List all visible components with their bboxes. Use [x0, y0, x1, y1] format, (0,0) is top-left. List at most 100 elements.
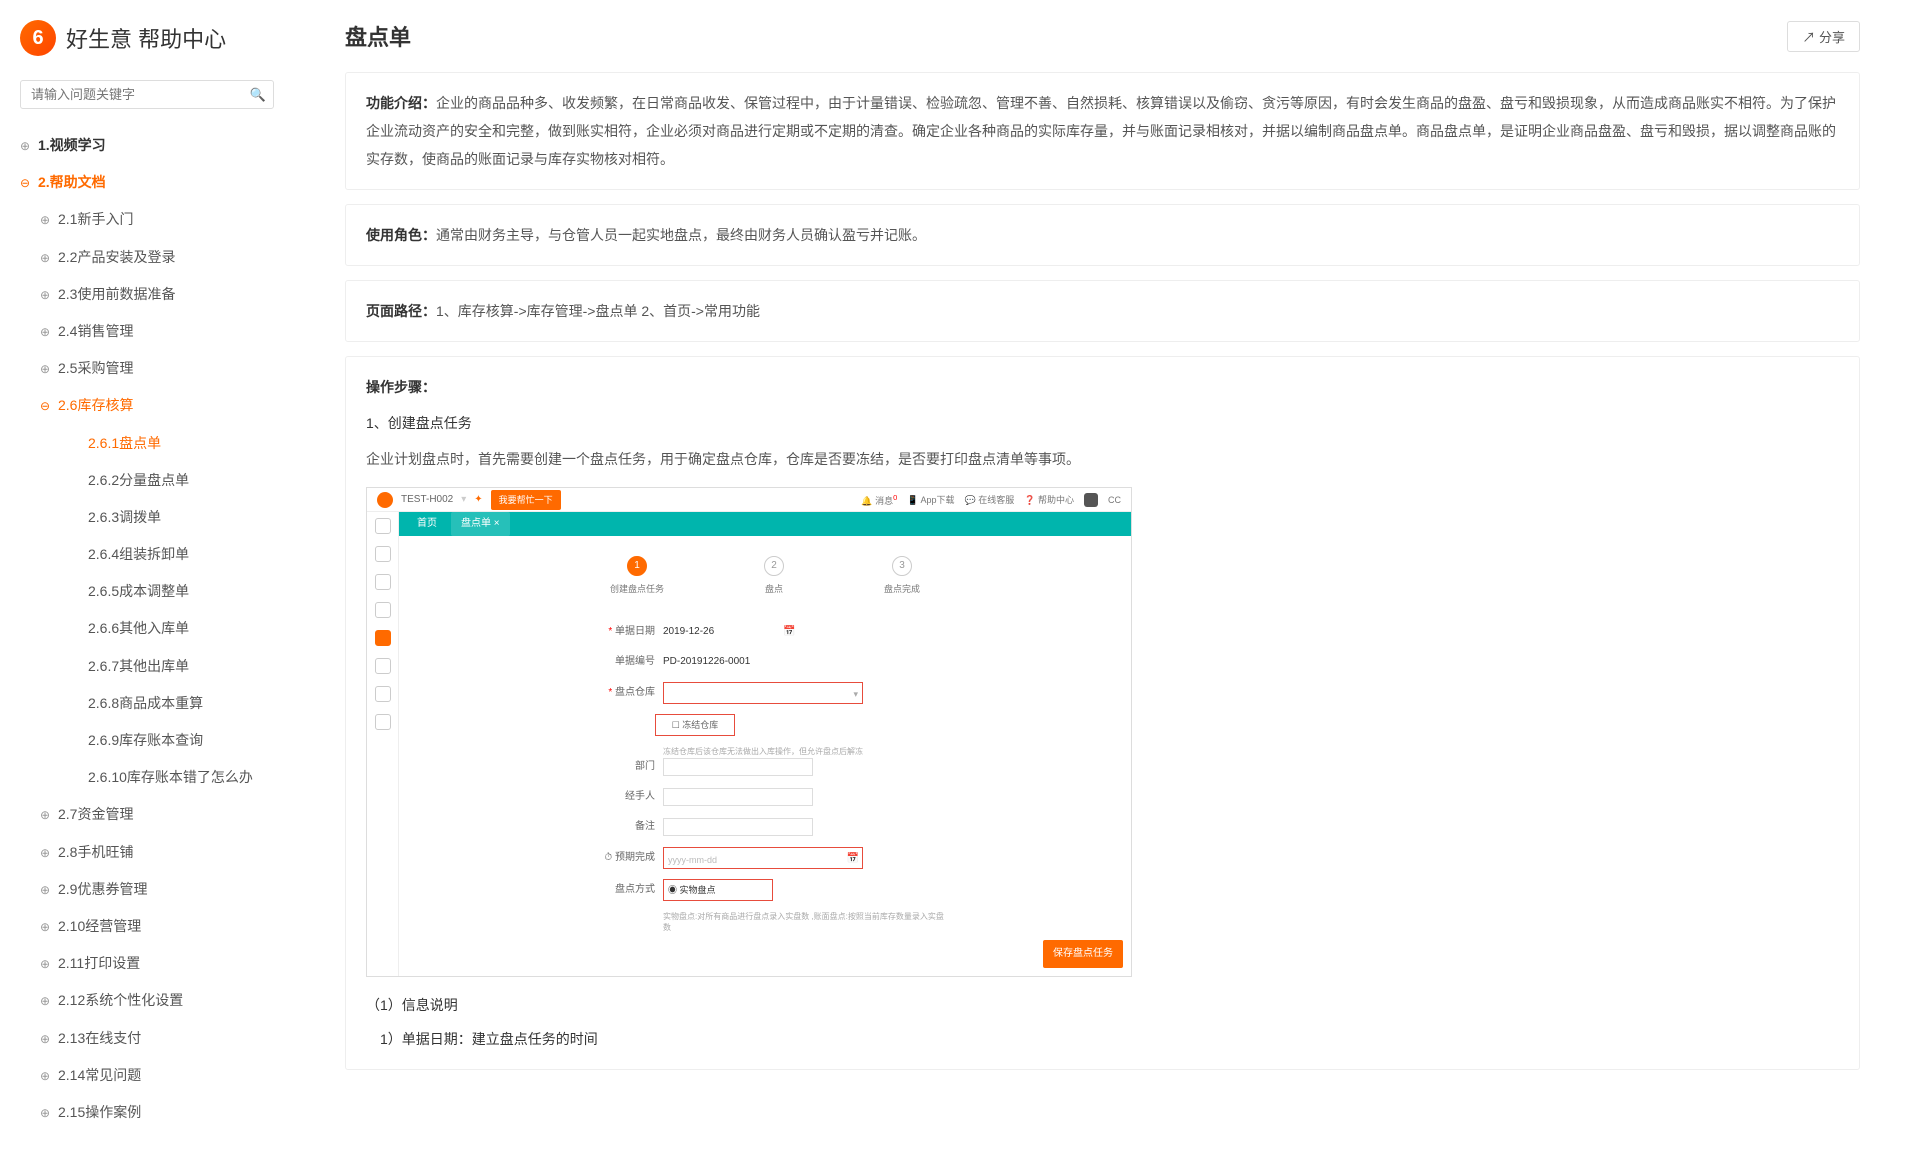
mock-tab-home: 首页 — [407, 512, 447, 536]
nav-item[interactable]: ⊕1.视频学习 — [20, 127, 295, 164]
nav-label: 2.6.6其他入库单 — [88, 620, 189, 636]
nav-label: 2.6.5成本调整单 — [88, 583, 189, 599]
mock-top-right: 🔔 消息0 📱 App下载 💬 在线客服 ❓ 帮助中心 CC — [861, 490, 1121, 510]
nav-item[interactable]: ⊕2.8手机旺铺 — [20, 834, 295, 871]
nav-label: 2.6库存核算 — [58, 397, 133, 413]
panel-path: 页面路径：1、库存核算->库存管理->盘点单 2、首页->常用功能 — [345, 280, 1860, 342]
nav-label: 2.12系统个性化设置 — [58, 992, 183, 1008]
nav-label: 2.15操作案例 — [58, 1104, 141, 1120]
nav-label: 2.帮助文档 — [38, 174, 106, 190]
mock-topbar: TEST-H002 ▾ ✦ 我要帮忙一下 🔔 消息0 📱 App下载 💬 在线客… — [367, 488, 1131, 512]
intro-text: 企业的商品品种多、收发频繁，在日常商品收发、保管过程中，由于计量错误、检验疏忽、… — [366, 95, 1836, 167]
nav-label: 1.视频学习 — [38, 137, 106, 153]
nav-item[interactable]: ⊕2.15操作案例 — [20, 1094, 295, 1131]
mock-sidebar — [367, 512, 399, 976]
plus-icon: ⊕ — [40, 285, 58, 307]
nav-label: 2.13在线支付 — [58, 1030, 141, 1046]
plus-icon: ⊕ — [40, 843, 58, 865]
brand-text: 好生意 帮助中心 — [66, 22, 226, 54]
plus-icon: ⊕ — [40, 1066, 58, 1088]
plus-icon: ⊕ — [40, 991, 58, 1013]
mock-save-btn: 保存盘点任务 — [1043, 940, 1123, 968]
minus-icon: ⊖ — [20, 173, 38, 195]
nav-item[interactable]: ⊕2.13在线支付 — [20, 1020, 295, 1057]
role-label: 使用角色： — [366, 227, 436, 243]
mock-logo-icon — [377, 492, 393, 508]
nav-item[interactable]: 2.6.4组装拆卸单 — [20, 536, 295, 573]
nav-label: 2.6.9库存账本查询 — [88, 732, 203, 748]
plus-icon: ⊕ — [40, 805, 58, 827]
share-button[interactable]: ↗ 分享 — [1787, 21, 1860, 52]
nav-item[interactable]: ⊖2.6库存核算 — [20, 387, 295, 424]
logo-icon: 6 — [20, 20, 56, 56]
nav-label: 2.9优惠券管理 — [58, 881, 147, 897]
info-section: （1）信息说明 1）单据日期：建立盘点任务的时间 — [366, 991, 1839, 1053]
mock-tabs: 首页 盘点单 × — [399, 512, 1131, 536]
main-content: 盘点单 ↗ 分享 功能介绍：企业的商品品种多、收发频繁，在日常商品收发、保管过程… — [295, 0, 1920, 1151]
nav-item[interactable]: ⊕2.9优惠券管理 — [20, 871, 295, 908]
search-box: 🔍 — [20, 80, 274, 109]
nav-item[interactable]: ⊕2.14常见问题 — [20, 1057, 295, 1094]
plus-icon: ⊕ — [40, 359, 58, 381]
panel-intro: 功能介绍：企业的商品品种多、收发频繁，在日常商品收发、保管过程中，由于计量错误、… — [345, 72, 1860, 190]
nav-item[interactable]: 2.6.10库存账本错了怎么办 — [20, 759, 295, 796]
nav-item[interactable]: 2.6.6其他入库单 — [20, 610, 295, 647]
avatar-icon — [1084, 493, 1098, 507]
nav-item[interactable]: 2.6.2分量盘点单 — [20, 462, 295, 499]
search-input[interactable] — [20, 80, 274, 109]
nav-item[interactable]: ⊕2.1新手入门 — [20, 201, 295, 238]
nav-item[interactable]: 2.6.3调拨单 — [20, 499, 295, 536]
step1-desc: 企业计划盘点时，首先需要创建一个盘点任务，用于确定盘点仓库，仓库是否要冻结，是否… — [366, 445, 1839, 473]
nav-item[interactable]: ⊕2.2产品安装及登录 — [20, 239, 295, 276]
nav-item[interactable]: 2.6.7其他出库单 — [20, 648, 295, 685]
nav-label: 2.7资金管理 — [58, 806, 133, 822]
plus-icon: ⊕ — [40, 954, 58, 976]
nav-label: 2.5采购管理 — [58, 360, 133, 376]
info-item-1: 1）单据日期：建立盘点任务的时间 — [366, 1025, 1839, 1053]
plus-icon: ⊕ — [40, 1029, 58, 1051]
path-label: 页面路径： — [366, 303, 436, 319]
nav-item[interactable]: 2.6.1盘点单 — [20, 425, 295, 462]
nav-label: 2.6.2分量盘点单 — [88, 472, 189, 488]
nav-item[interactable]: 2.6.8商品成本重算 — [20, 685, 295, 722]
nav-item[interactable]: ⊕2.7资金管理 — [20, 796, 295, 833]
steps-block: 操作步骤： 1、创建盘点任务 企业计划盘点时，首先需要创建一个盘点任务，用于确定… — [345, 356, 1860, 1070]
plus-icon: ⊕ — [40, 917, 58, 939]
nav-label: 2.4销售管理 — [58, 323, 133, 339]
nav-label: 2.14常见问题 — [58, 1067, 141, 1083]
step1-num: 1、创建盘点任务 — [366, 409, 1839, 437]
nav-label: 2.6.3调拨单 — [88, 509, 161, 525]
mock-tab-active: 盘点单 × — [451, 512, 510, 536]
path-text: 1、库存核算->库存管理->盘点单 2、首页->常用功能 — [436, 303, 760, 319]
minus-icon: ⊖ — [40, 396, 58, 418]
role-text: 通常由财务主导，与仓管人员一起实地盘点，最终由财务人员确认盈亏并记账。 — [436, 227, 926, 243]
nav-label: 2.2产品安装及登录 — [58, 249, 175, 265]
nav-item[interactable]: ⊕2.11打印设置 — [20, 945, 295, 982]
steps-title: 操作步骤： — [366, 373, 1839, 401]
screenshot-mock: TEST-H002 ▾ ✦ 我要帮忙一下 🔔 消息0 📱 App下载 💬 在线客… — [366, 487, 1132, 977]
nav-item[interactable]: 2.6.9库存账本查询 — [20, 722, 295, 759]
nav-label: 2.1新手入门 — [58, 211, 133, 227]
mock-help-btn: 我要帮忙一下 — [491, 490, 561, 510]
nav-item[interactable]: ⊕2.5采购管理 — [20, 350, 295, 387]
nav-item[interactable]: ⊕2.4销售管理 — [20, 313, 295, 350]
nav-label: 2.6.1盘点单 — [88, 435, 161, 451]
nav-item[interactable]: 2.6.5成本调整单 — [20, 573, 295, 610]
nav-item[interactable]: ⊕2.3使用前数据准备 — [20, 276, 295, 313]
nav-item[interactable]: ⊕2.10经营管理 — [20, 908, 295, 945]
plus-icon: ⊕ — [40, 322, 58, 344]
brand-row: 6 好生意 帮助中心 — [20, 20, 295, 56]
plus-icon: ⊕ — [40, 1103, 58, 1125]
nav-label: 2.6.4组装拆卸单 — [88, 546, 189, 562]
nav-label: 2.6.8商品成本重算 — [88, 695, 203, 711]
plus-icon: ⊕ — [40, 248, 58, 270]
nav-item[interactable]: ⊕2.12系统个性化设置 — [20, 982, 295, 1019]
search-icon[interactable]: 🔍 — [250, 87, 266, 103]
nav-item[interactable]: ⊖2.帮助文档 — [20, 164, 295, 201]
share-label: 分享 — [1819, 30, 1845, 45]
nav-label: 2.10经营管理 — [58, 918, 141, 934]
nav-label: 2.8手机旺铺 — [58, 844, 133, 860]
mock-form: 1创建盘点任务2盘点3盘点完成 * 单据日期2019-12-26📅 单据编号PD… — [399, 536, 1131, 976]
mock-tenant: TEST-H002 — [401, 490, 453, 510]
nav-tree: ⊕1.视频学习⊖2.帮助文档⊕2.1新手入门⊕2.2产品安装及登录⊕2.3使用前… — [20, 127, 295, 1131]
